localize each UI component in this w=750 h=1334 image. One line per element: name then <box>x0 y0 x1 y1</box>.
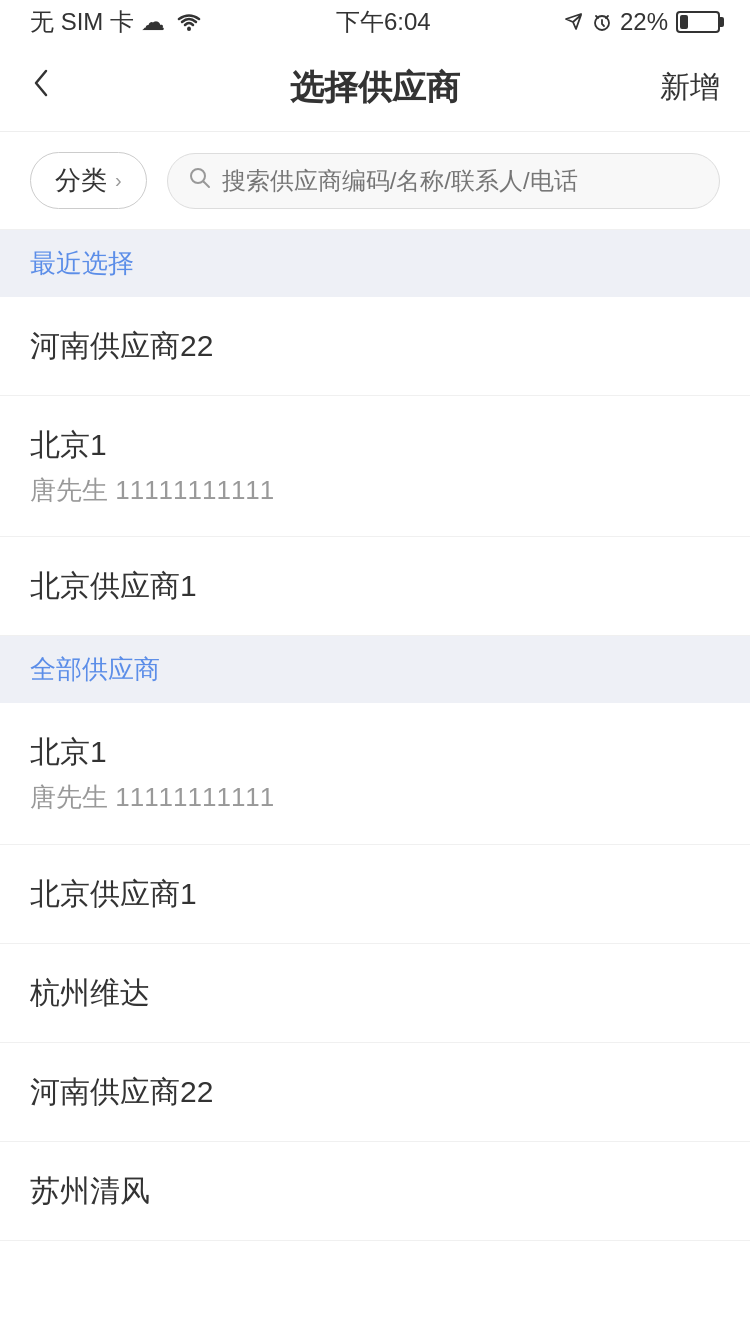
search-icon <box>188 166 212 196</box>
battery-percent: 22% <box>620 8 668 36</box>
list-item[interactable]: 杭州维达 <box>0 944 750 1043</box>
list-item[interactable]: 河南供应商22 <box>0 1043 750 1142</box>
back-button[interactable] <box>30 63 90 112</box>
item-detail: 唐先生 11111111111 <box>30 472 720 508</box>
status-bar: 无 SIM 卡 ☁ 下午6:04 22% <box>0 0 750 44</box>
search-input[interactable] <box>222 167 699 195</box>
status-right: 22% <box>564 8 720 36</box>
nav-bar: 选择供应商 新增 <box>0 44 750 132</box>
list-item[interactable]: 北京1 唐先生 11111111111 <box>0 396 750 537</box>
wifi-icon <box>175 12 203 32</box>
item-name: 河南供应商22 <box>30 1071 720 1113</box>
recent-list: 河南供应商22 北京1 唐先生 11111111111 北京供应商1 <box>0 297 750 636</box>
status-left: 无 SIM 卡 ☁ <box>30 6 203 38</box>
item-name: 北京供应商1 <box>30 873 720 915</box>
all-section-header: 全部供应商 <box>0 636 750 703</box>
svg-point-0 <box>187 27 191 31</box>
alarm-icon <box>592 12 612 32</box>
item-name: 苏州清风 <box>30 1170 720 1212</box>
list-item[interactable]: 苏州清风 <box>0 1142 750 1241</box>
status-time: 下午6:04 <box>336 6 431 38</box>
item-name: 杭州维达 <box>30 972 720 1014</box>
item-name: 北京供应商1 <box>30 565 720 607</box>
location-icon <box>564 12 584 32</box>
item-name: 北京1 <box>30 731 720 773</box>
new-button[interactable]: 新增 <box>660 67 720 108</box>
sim-label: 无 SIM 卡 ☁ <box>30 6 165 38</box>
chevron-right-icon: › <box>115 169 122 192</box>
filter-bar: 分类 › <box>0 132 750 230</box>
category-label: 分类 <box>55 163 107 198</box>
item-name: 北京1 <box>30 424 720 466</box>
category-button[interactable]: 分类 › <box>30 152 147 209</box>
item-name: 河南供应商22 <box>30 325 720 367</box>
list-item[interactable]: 北京供应商1 <box>0 845 750 944</box>
page-title: 选择供应商 <box>290 65 460 111</box>
all-list: 北京1 唐先生 11111111111 北京供应商1 杭州维达河南供应商22 苏州清风 <box>0 703 750 1240</box>
recent-section-header: 最近选择 <box>0 230 750 297</box>
item-detail: 唐先生 11111111111 <box>30 779 720 815</box>
battery-icon <box>676 11 720 33</box>
list-item[interactable]: 北京1 唐先生 11111111111 <box>0 703 750 844</box>
search-box[interactable] <box>167 153 720 209</box>
list-item[interactable]: 北京供应商1 <box>0 537 750 636</box>
list-item[interactable]: 河南供应商22 <box>0 297 750 396</box>
